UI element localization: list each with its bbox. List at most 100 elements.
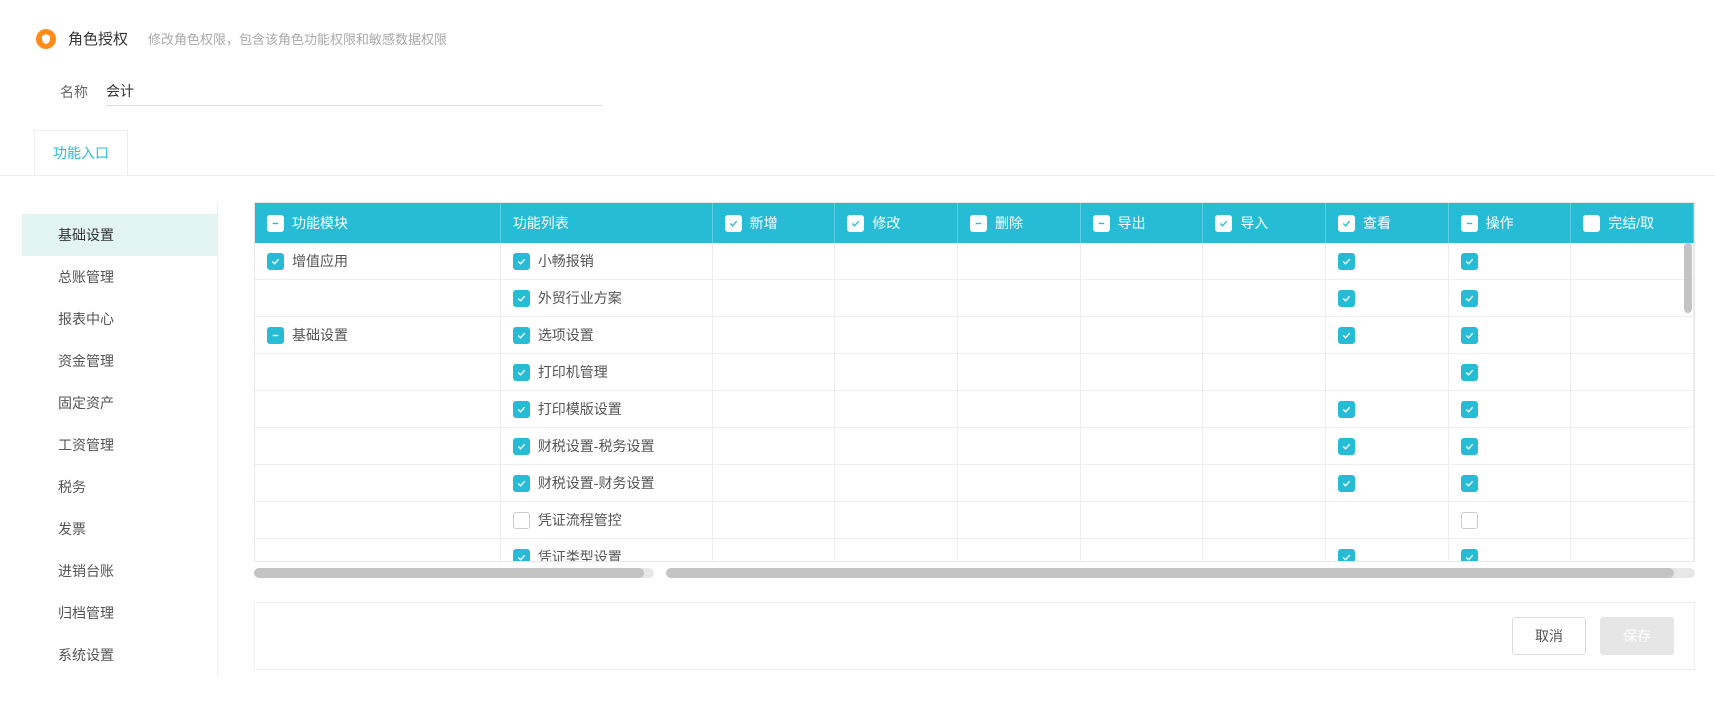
checkbox-icon[interactable] <box>1338 401 1355 418</box>
cell-action <box>1448 243 1571 280</box>
cell-module <box>255 502 500 539</box>
checkbox-icon[interactable] <box>1461 475 1478 492</box>
checkbox-icon[interactable] <box>267 215 284 232</box>
sidebar-item[interactable]: 系统设置 <box>22 634 217 676</box>
checkbox-icon[interactable] <box>1215 215 1232 232</box>
cell-action <box>1203 391 1326 428</box>
checkbox-icon[interactable] <box>513 327 530 344</box>
checkbox-icon[interactable] <box>267 327 284 344</box>
cancel-button[interactable]: 取消 <box>1512 617 1586 655</box>
cell-action <box>1571 539 1694 563</box>
checkbox-icon[interactable] <box>1338 215 1355 232</box>
sidebar-item[interactable]: 发票 <box>22 508 217 550</box>
column-label: 修改 <box>872 213 900 233</box>
hscroll-right-track[interactable] <box>666 568 1695 578</box>
checkbox-icon[interactable] <box>1338 327 1355 344</box>
checkbox-icon[interactable] <box>1461 438 1478 455</box>
sidebar-item[interactable]: 工资管理 <box>22 424 217 466</box>
checkbox-icon[interactable] <box>513 512 530 529</box>
checkbox-icon[interactable] <box>1338 475 1355 492</box>
checkbox-icon[interactable] <box>1461 253 1478 270</box>
hscroll-right-thumb[interactable] <box>666 568 1674 578</box>
cell-action <box>835 280 958 317</box>
function-label: 外贸行业方案 <box>538 288 622 308</box>
checkbox-icon[interactable] <box>513 364 530 381</box>
cell-action <box>1325 391 1448 428</box>
sidebar-item[interactable]: 报表中心 <box>22 298 217 340</box>
checkbox-icon[interactable] <box>1461 512 1478 529</box>
sidebar-item[interactable]: 归档管理 <box>22 592 217 634</box>
checkbox-icon[interactable] <box>847 215 864 232</box>
checkbox-icon[interactable] <box>970 215 987 232</box>
cell-action <box>1448 465 1571 502</box>
cell-action <box>1080 539 1203 563</box>
checkbox-icon[interactable] <box>1338 438 1355 455</box>
cell-action <box>712 391 835 428</box>
name-row: 名称 <box>0 67 1715 130</box>
cell-action <box>835 243 958 280</box>
checkbox-icon[interactable] <box>1093 215 1110 232</box>
column-label: 导入 <box>1240 213 1268 233</box>
vertical-scrollbar[interactable] <box>1684 243 1692 313</box>
sidebar-item[interactable]: 税务 <box>22 466 217 508</box>
table-row: 财税设置-财务设置 <box>255 465 1694 502</box>
save-button[interactable]: 保存 <box>1600 617 1674 655</box>
tab-function-entry[interactable]: 功能入口 <box>34 130 128 175</box>
checkbox-icon[interactable] <box>513 290 530 307</box>
checkbox-icon[interactable] <box>513 401 530 418</box>
column-label: 删除 <box>995 213 1023 233</box>
sidebar-item[interactable]: 总账管理 <box>22 256 217 298</box>
checkbox-icon[interactable] <box>1461 364 1478 381</box>
checkbox-icon[interactable] <box>1461 215 1478 232</box>
horizontal-scrollbar-area <box>254 562 1695 578</box>
cell-function: 财税设置-税务设置 <box>500 428 712 465</box>
function-label: 凭证类型设置 <box>538 547 622 562</box>
cell-action <box>957 243 1080 280</box>
main-panel: 功能模块功能列表新增修改删除导出导入查看操作完结/取 增值应用小畅报销外贸行业方… <box>218 202 1715 676</box>
column-header: 功能模块 <box>255 203 500 243</box>
shield-icon <box>36 29 56 49</box>
column-header: 查看 <box>1325 203 1448 243</box>
checkbox-icon[interactable] <box>725 215 742 232</box>
checkbox-icon[interactable] <box>1583 215 1600 232</box>
cell-action <box>1448 502 1571 539</box>
table-row: 外贸行业方案 <box>255 280 1694 317</box>
cell-action <box>712 280 835 317</box>
sidebar-item[interactable]: 基础设置 <box>22 214 217 256</box>
column-label: 完结/取 <box>1608 213 1654 233</box>
name-input[interactable] <box>106 77 602 106</box>
cell-action <box>1325 317 1448 354</box>
checkbox-icon[interactable] <box>1461 327 1478 344</box>
cell-action <box>712 354 835 391</box>
table-row: 凭证类型设置 <box>255 539 1694 563</box>
table-row: 基础设置选项设置 <box>255 317 1694 354</box>
cell-action <box>1203 465 1326 502</box>
cell-action <box>1080 317 1203 354</box>
checkbox-icon[interactable] <box>513 475 530 492</box>
checkbox-icon[interactable] <box>1461 549 1478 562</box>
cell-action <box>1448 391 1571 428</box>
checkbox-icon[interactable] <box>1461 290 1478 307</box>
checkbox-icon[interactable] <box>513 549 530 563</box>
sidebar-item[interactable]: 进销台账 <box>22 550 217 592</box>
function-label: 财税设置-财务设置 <box>538 473 655 493</box>
checkbox-icon[interactable] <box>1338 290 1355 307</box>
hscroll-left-track[interactable] <box>254 568 654 578</box>
sidebar-item[interactable]: 资金管理 <box>22 340 217 382</box>
checkbox-icon[interactable] <box>1338 253 1355 270</box>
function-label: 财税设置-税务设置 <box>538 436 655 456</box>
permission-table-wrap[interactable]: 功能模块功能列表新增修改删除导出导入查看操作完结/取 增值应用小畅报销外贸行业方… <box>254 202 1695 562</box>
checkbox-icon[interactable] <box>1461 401 1478 418</box>
sidebar-item[interactable]: 固定资产 <box>22 382 217 424</box>
cell-action <box>1203 502 1326 539</box>
module-label: 基础设置 <box>292 325 348 345</box>
checkbox-icon[interactable] <box>1338 549 1355 562</box>
cell-action <box>957 354 1080 391</box>
column-header: 新增 <box>712 203 835 243</box>
cell-function: 凭证流程管控 <box>500 502 712 539</box>
hscroll-left-thumb[interactable] <box>254 568 644 578</box>
cell-module <box>255 391 500 428</box>
checkbox-icon[interactable] <box>513 438 530 455</box>
checkbox-icon[interactable] <box>267 253 284 270</box>
checkbox-icon[interactable] <box>513 253 530 270</box>
